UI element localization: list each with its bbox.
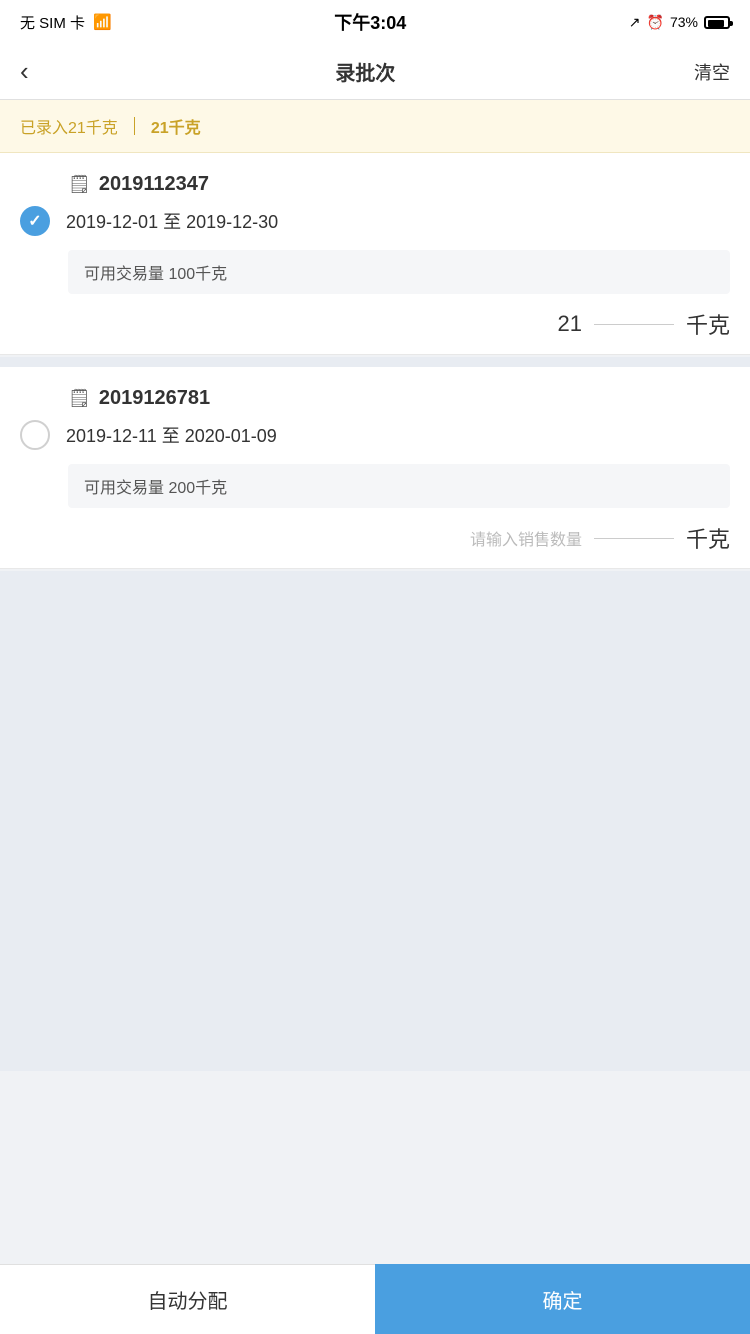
footer: 自动分配 确定 — [0, 1264, 750, 1334]
location-icon: ↗ — [629, 14, 641, 31]
batch-item-2: 🗒 2019126781 2019-12-11 至 2020-01-09 可用交… — [0, 367, 750, 569]
batch-id-1: 2019112347 — [99, 173, 209, 196]
section-divider — [0, 357, 750, 367]
summary-divider — [134, 117, 135, 135]
clear-button[interactable]: 清空 — [694, 59, 730, 85]
quantity-row-1: 21 千克 — [0, 294, 750, 355]
capacity-box-1: 可用交易量 100千克 — [68, 250, 730, 294]
status-left: 无 SIM 卡 📶 — [20, 12, 112, 33]
batch-item-1: 🗒 2019112347 2019-12-01 至 2019-12-30 可用交… — [0, 153, 750, 355]
nav-bar: ‹ 录批次 清空 — [0, 44, 750, 100]
batch-doc-icon-1: 🗒 — [68, 174, 91, 195]
battery-icon — [704, 16, 730, 29]
back-icon: ‹ — [20, 56, 29, 86]
page-title: 录批次 — [335, 57, 395, 86]
quantity-value-1: 21 — [558, 311, 582, 337]
quantity-placeholder-2: 请输入销售数量 — [470, 526, 582, 550]
auto-distribute-button[interactable]: 自动分配 — [0, 1264, 375, 1334]
back-button[interactable]: ‹ — [12, 48, 37, 95]
confirm-button[interactable]: 确定 — [375, 1264, 750, 1334]
bottom-fill-area — [0, 571, 750, 1071]
capacity-box-2: 可用交易量 200千克 — [68, 464, 730, 508]
recorded-label: 已录入21千克 — [20, 114, 118, 138]
quantity-row-2: 请输入销售数量 千克 — [0, 508, 750, 569]
carrier-label: 无 SIM 卡 — [20, 12, 85, 33]
batch-id-2: 2019126781 — [99, 387, 210, 410]
radio-button-2[interactable] — [20, 420, 50, 450]
status-bar: 无 SIM 卡 📶 下午3:04 ↗ ⏰ 73% — [0, 0, 750, 44]
alarm-icon: ⏰ — [647, 14, 664, 31]
quantity-unit-2: 千克 — [686, 522, 730, 554]
batch-date-2: 2019-12-11 至 2020-01-09 — [66, 422, 277, 448]
status-time: 下午3:04 — [334, 9, 406, 35]
wifi-icon: 📶 — [93, 13, 112, 31]
status-right: ↗ ⏰ 73% — [629, 14, 730, 31]
quantity-unit-1: 千克 — [686, 308, 730, 340]
batch-doc-icon-2: 🗒 — [68, 388, 91, 409]
battery-label: 73% — [670, 14, 698, 30]
summary-banner: 已录入21千克 21千克 — [0, 100, 750, 153]
radio-button-1[interactable] — [20, 206, 50, 236]
summary-value: 21千克 — [151, 114, 201, 138]
batch-date-1: 2019-12-01 至 2019-12-30 — [66, 208, 278, 234]
